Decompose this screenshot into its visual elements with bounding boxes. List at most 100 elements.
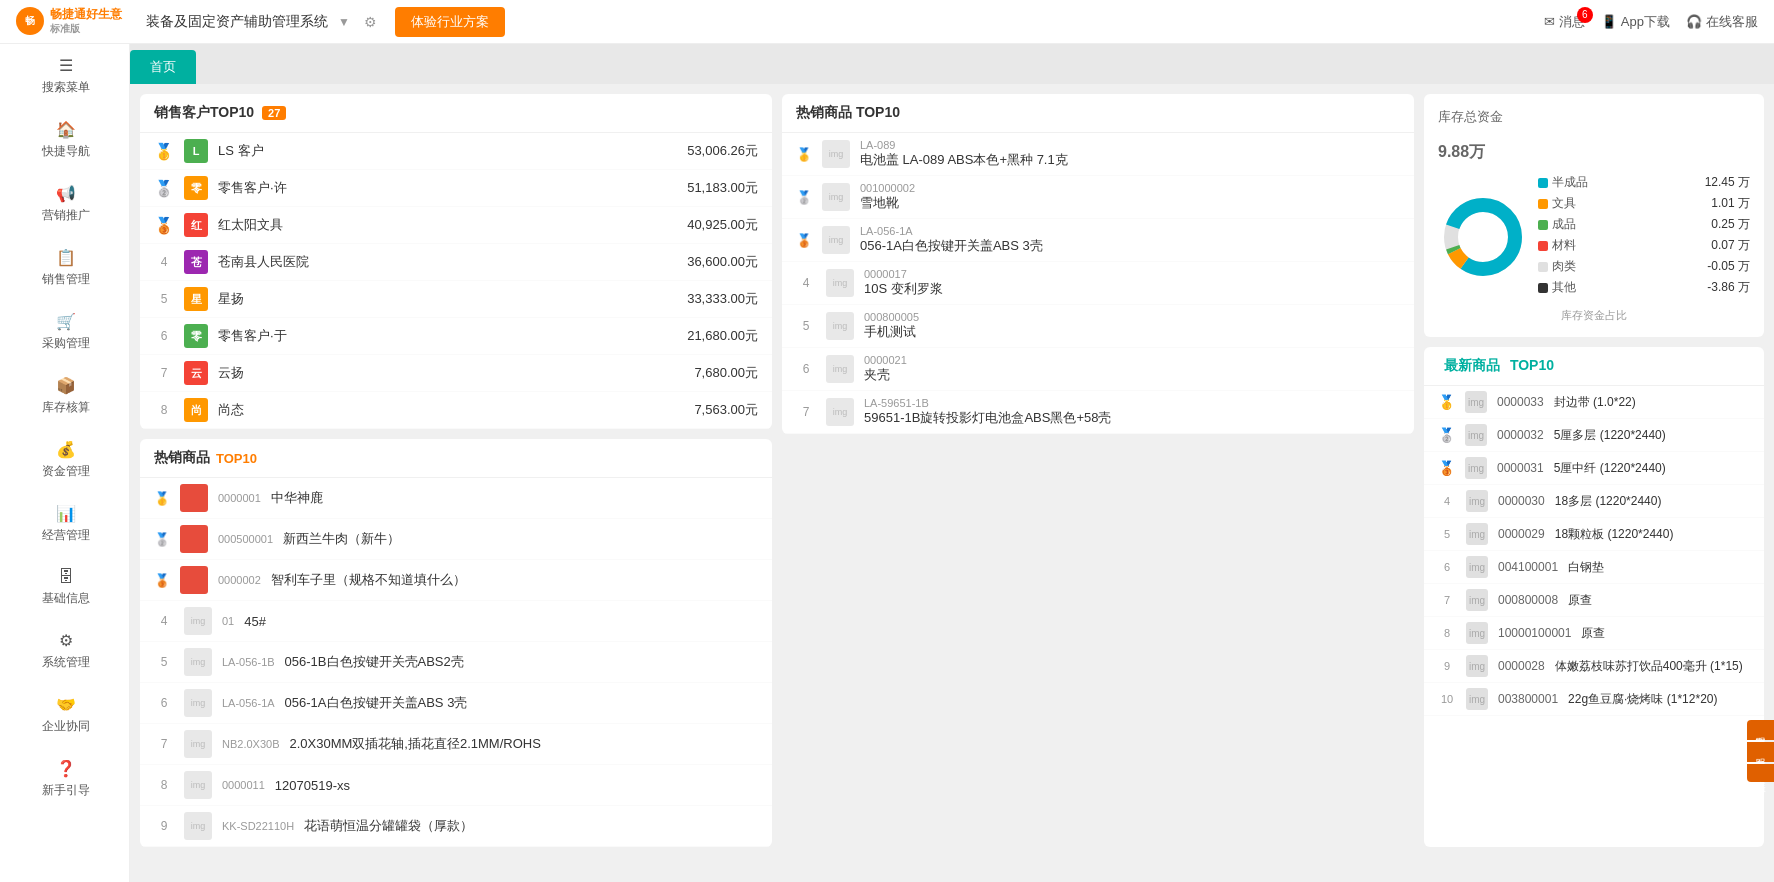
product-thumb: img [184,771,212,799]
product-thumb: img [826,355,854,383]
rank-amount: 40,925.00元 [687,216,758,234]
legend-item: 半成品 12.45 万 [1538,174,1750,191]
online-service-btn[interactable]: 🎧 在线客服 [1686,13,1758,31]
product-thumb: img [826,312,854,340]
rank-amount: 21,680.00元 [687,327,758,345]
svg-point-4 [1459,213,1507,261]
inventory-icon: 📦 [56,376,76,395]
new-products-card: 最新商品 TOP10 🥇 img 0000033 封边带 (1.0*22) 🥈 … [1424,347,1764,847]
hot-product-row: 9 img KK-SD22110H 花语萌恒温分罐罐袋（厚款） [140,806,772,847]
hot-products-card: 热销商品 TOP10 🥇 0000001 中华神鹿 🥈 000500001 新西… [140,439,772,847]
hot-products-list: 🥇 0000001 中华神鹿 🥈 000500001 新西兰牛肉（新牛） 🥉 0… [140,478,772,847]
legend-list: 半成品 12.45 万 文具 1.01 万 成品 0.25 万 材料 0.07 … [1538,174,1750,300]
app-download-btn[interactable]: 📱 App下载 [1601,13,1670,31]
sidebar-item-inventory[interactable]: 📦 库存核算 [0,364,129,428]
rank-num: 10 [1438,693,1456,705]
sidebar-item-system[interactable]: ⚙ 系统管理 [0,619,129,683]
hot-product-row: 🥈 000500001 新西兰牛肉（新牛） [140,519,772,560]
hot-sales-row: 🥈 img 001000002 雪地靴 [782,176,1414,219]
legend-dot [1538,199,1548,209]
product-name: 2.0X30MM双插花轴,插花直径2.1MM/ROHS [289,735,540,753]
inventory-card: 库存总资金 9.88万 [1424,94,1764,337]
float-btn-live[interactable]: 直播 [1747,764,1774,782]
product-code: 000500001 [218,533,273,545]
rank-name: LS 客户 [218,142,677,160]
np-name: 原查 [1568,592,1750,609]
sidebar-item-sales[interactable]: 📋 销售管理 [0,236,129,300]
rank-avatar: 尚 [184,398,208,422]
col1: 销售客户TOP10 27 🥇 L LS 客户 53,006.26元 🥈 零 零售… [140,94,772,847]
sidebar-label-operation: 经营管理 [42,527,90,544]
hot-product-row: 🥉 0000002 智利车子里（规格不知道填什么） [140,560,772,601]
logo-sub: 标准版 [50,22,122,36]
logo: 畅 畅捷通好生意 标准版 [16,7,146,35]
legend-item: 材料 0.07 万 [1538,237,1750,254]
sidebar-item-marketing[interactable]: 📢 营销推广 [0,172,129,236]
rank-icon: 🥈 [1438,427,1455,443]
rank-avatar: 零 [184,324,208,348]
sidebar: ☰ 搜索菜单 🏠 快捷导航 📢 营销推广 📋 销售管理 🛒 采购管理 📦 库存核… [0,44,130,882]
inventory-chart-area: 半成品 12.45 万 文具 1.01 万 成品 0.25 万 材料 0.07 … [1438,174,1750,300]
finance-icon: 💰 [56,440,76,459]
rank-icon: 🥇 [796,147,812,162]
customer-rank-row: 4 苍 苍南县人民医院 36,600.00元 [140,244,772,281]
sidebar-label-guide: 新手引导 [42,782,90,799]
rank-num: 5 [154,292,174,306]
hot-sales-row: 5 img 000800005 手机测试 [782,305,1414,348]
product-name: 雪地靴 [860,194,915,212]
legend-value: 0.25 万 [1711,216,1750,233]
float-btn-community[interactable]: 服务社区 [1747,742,1774,762]
rank-num: 9 [154,819,174,833]
rank-num: 7 [796,405,816,419]
legend-item: 其他 -3.86 万 [1538,279,1750,296]
sidebar-item-basic[interactable]: 🗄 基础信息 [0,556,129,619]
system-icon: ⚙ [59,631,73,650]
sidebar-label-basic: 基础信息 [42,590,90,607]
product-name: 056-1A白色按键开关盖ABS 3壳 [860,237,1043,255]
rank-num: 6 [154,329,174,343]
customer-rank-row: 🥈 零 零售客户·许 51,183.00元 [140,170,772,207]
product-thumb: img [826,269,854,297]
sidebar-item-quick-nav[interactable]: 🏠 快捷导航 [0,108,129,172]
hot-sales-row: 7 img LA-59651-1B 59651-1B旋转投影灯电池盒ABS黑色+… [782,391,1414,434]
experience-btn[interactable]: 体验行业方案 [395,7,505,37]
product-code: LA-056-1B [222,656,275,668]
rank-avatar: 零 [184,176,208,200]
np-name: 5厘中纤 (1220*2440) [1554,460,1750,477]
float-buttons: 客服热线 服务社区 直播 [1747,720,1774,782]
product-code: KK-SD22110H [222,820,294,832]
sidebar-item-operation[interactable]: 📊 经营管理 [0,492,129,556]
product-code: 0000011 [222,779,265,791]
message-btn[interactable]: ✉ 消息 6 [1544,13,1585,31]
product-code: LA-59651-1B [864,397,1111,409]
product-thumb [180,484,208,512]
np-code: 0000028 [1498,659,1545,673]
hot-sales-row: 🥉 img LA-056-1A 056-1A白色按键开关盖ABS 3壳 [782,219,1414,262]
sidebar-item-purchase[interactable]: 🛒 采购管理 [0,300,129,364]
float-btn-service[interactable]: 客服热线 [1747,720,1774,740]
legend-name: 成品 [1552,216,1707,233]
sidebar-item-enterprise[interactable]: 🤝 企业协同 [0,683,129,747]
sidebar-item-search[interactable]: ☰ 搜索菜单 [0,44,129,108]
customer-ranking-header: 销售客户TOP10 27 [140,94,772,133]
rank-amount: 7,563.00元 [694,401,758,419]
rank-num: 4 [796,276,816,290]
gear-icon[interactable]: ⚙ [364,14,377,30]
product-code: LA-056-1A [860,225,1043,237]
product-code: 0000001 [218,492,261,504]
sidebar-label-quick-nav: 快捷导航 [42,143,90,160]
np-name: 白钢垫 [1568,559,1750,576]
rank-name: 零售客户·于 [218,327,677,345]
hot-product-row: 🥇 0000001 中华神鹿 [140,478,772,519]
product-name: 电池盖 LA-089 ABS本色+黑种 7.1克 [860,151,1068,169]
legend-name: 文具 [1552,195,1707,212]
hot-sales-header: 热销商品 TOP10 [782,94,1414,133]
product-name: 12070519-xs [275,778,350,793]
legend-name: 材料 [1552,237,1707,254]
np-code: 000800008 [1498,593,1558,607]
tab-home[interactable]: 首页 [130,50,196,84]
legend-item: 肉类 -0.05 万 [1538,258,1750,275]
dropdown-icon[interactable]: ▼ [338,15,350,29]
sidebar-item-finance[interactable]: 💰 资金管理 [0,428,129,492]
sidebar-item-guide[interactable]: ❓ 新手引导 [0,747,129,811]
